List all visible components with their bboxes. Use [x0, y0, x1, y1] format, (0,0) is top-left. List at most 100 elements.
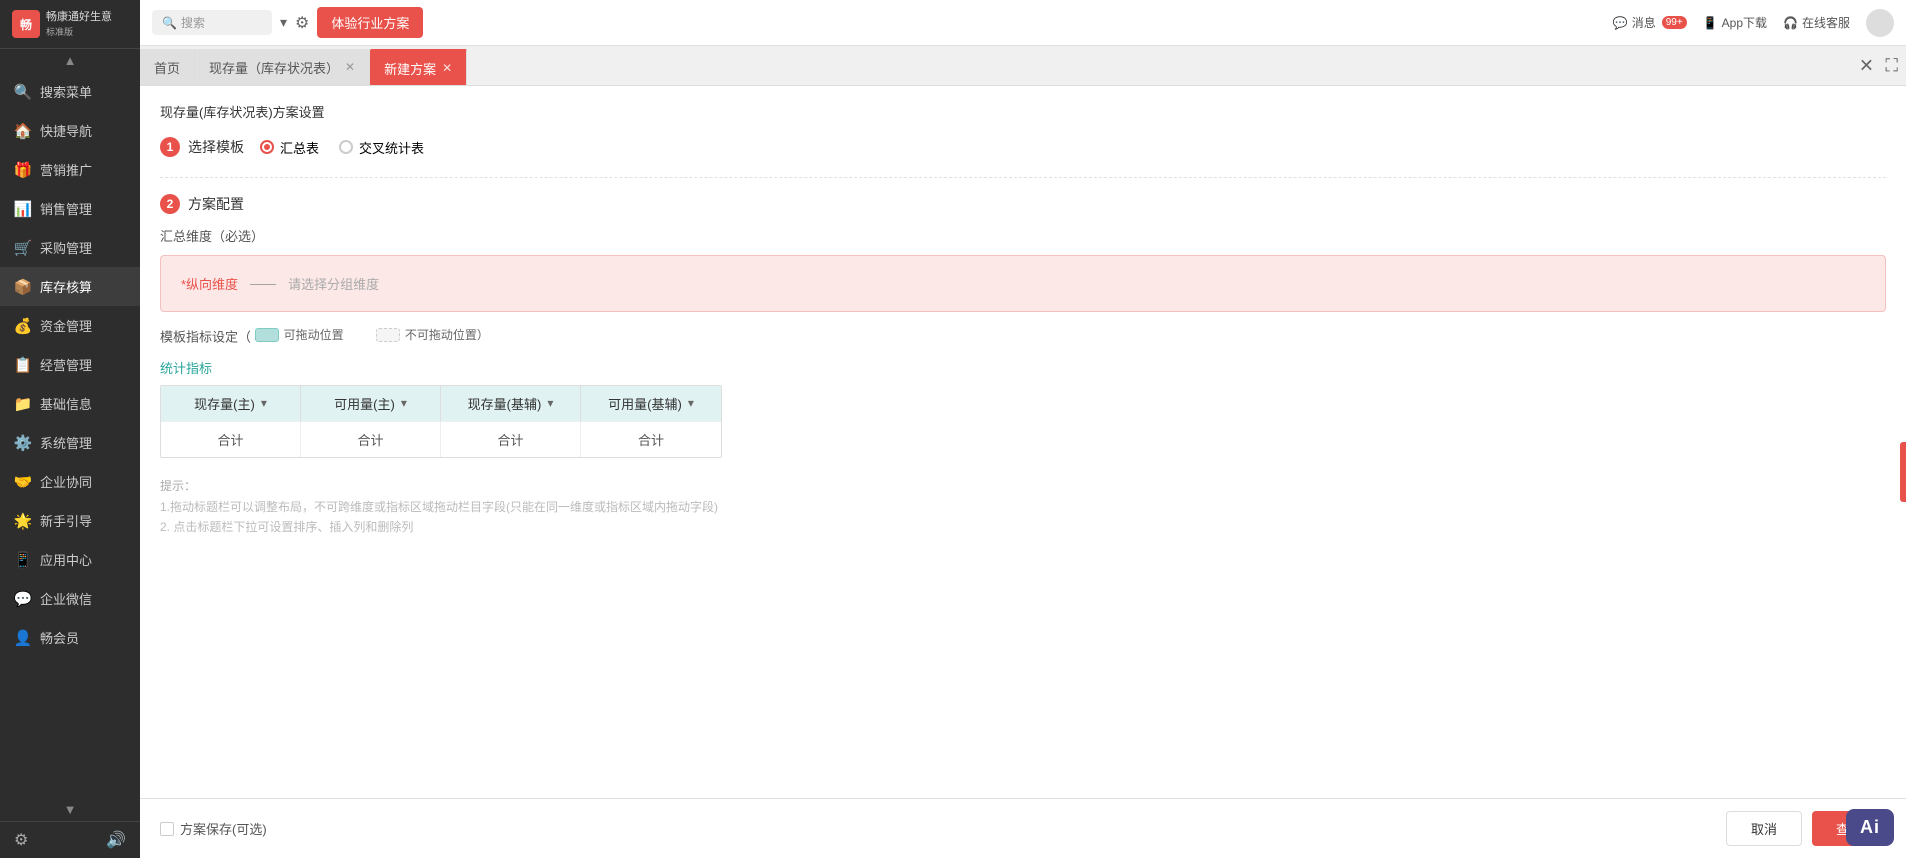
tab-home[interactable]: 首页	[140, 49, 195, 85]
main-area: 🔍 搜索 ▾ ⚙ 体验行业方案 💬 消息 99+ 📱 App下载 🎧 在线客服	[140, 0, 1906, 858]
settings-icon[interactable]: ⚙	[14, 830, 28, 850]
sidebar-item-label: 采购管理	[40, 238, 92, 257]
message-button[interactable]: 💬 消息 99+	[1613, 14, 1687, 31]
sidebar-item-member[interactable]: 👤 畅会员	[0, 618, 140, 657]
sidebar-item-system[interactable]: ⚙️ 系统管理	[0, 423, 140, 462]
stats-col-0-chevron[interactable]: ▾	[261, 396, 267, 410]
step2-header: 2 方案配置	[160, 194, 1886, 214]
stats-col-3[interactable]: 可用量(基辅) ▾	[581, 386, 721, 421]
topbar: 🔍 搜索 ▾ ⚙ 体验行业方案 💬 消息 99+ 📱 App下载 🎧 在线客服	[140, 0, 1906, 46]
sidebar-item-label: 销售管理	[40, 199, 92, 218]
draggable-legend-text: 可拖动位置	[284, 326, 344, 343]
stats-col-2[interactable]: 现存量(基辅) ▾	[441, 386, 581, 421]
save-checkbox-label: 方案保存(可选)	[180, 819, 267, 838]
stats-col-0[interactable]: 现存量(主) ▾	[161, 386, 301, 421]
stats-col-3-chevron[interactable]: ▾	[688, 396, 694, 410]
sidebar-scroll-up[interactable]: ▲	[0, 49, 140, 72]
wechat-icon: 💬	[14, 590, 32, 608]
search-icon: 🔍	[162, 16, 177, 30]
app-name: 畅康通好生意	[46, 10, 112, 24]
topbar-search[interactable]: 🔍 搜索	[152, 10, 272, 35]
sidebar-item-operations[interactable]: 📋 经营管理	[0, 345, 140, 384]
cancel-button[interactable]: 取消	[1726, 811, 1802, 846]
sidebar-nav: 🔍 搜索菜单 🏠 快捷导航 🎁 营销推广 📊 销售管理 🛒 采购管理 📦 库存核…	[0, 72, 140, 798]
sidebar-item-label: 资金管理	[40, 316, 92, 335]
radio-summary[interactable]: 汇总表	[260, 138, 319, 157]
sidebar-item-label: 企业协同	[40, 472, 92, 491]
not-draggable-legend-item: 不可拖动位置）	[376, 326, 489, 343]
app-download-button[interactable]: 📱 App下载	[1703, 14, 1767, 31]
content-area: 现存量(库存状况表)方案设置 1 选择模板 汇总表 交叉统计表	[140, 86, 1906, 858]
sidebar-item-purchase[interactable]: 🛒 采购管理	[0, 228, 140, 267]
dropdown-arrow[interactable]: ▾	[280, 14, 287, 31]
tab-inventory-label: 现存量（库存状况表）	[209, 58, 339, 77]
page-title: 现存量(库存状况表)方案设置	[160, 102, 1886, 121]
save-checkbox[interactable]: 方案保存(可选)	[160, 819, 267, 838]
tabs-close-button[interactable]: ✕	[1859, 55, 1874, 76]
tab-inventory-close[interactable]: ✕	[345, 60, 355, 74]
stats-col-2-chevron[interactable]: ▾	[547, 396, 553, 410]
sidebar-item-search-menu[interactable]: 🔍 搜索菜单	[0, 72, 140, 111]
stats-col-1[interactable]: 可用量(主) ▾	[301, 386, 441, 421]
sidebar-item-finance[interactable]: 💰 资金管理	[0, 306, 140, 345]
tip-item-1: 2. 点击标题栏下拉可设置排序、插入列和删除列	[160, 518, 1886, 535]
tabs-expand-button[interactable]: ⛶	[1885, 55, 1898, 76]
finance-icon: 💰	[14, 317, 32, 335]
stats-table: 现存量(主) ▾ 可用量(主) ▾ 现存量(基辅) ▾	[160, 385, 722, 458]
sidebar-item-quick-nav[interactable]: 🏠 快捷导航	[0, 111, 140, 150]
sidebar-item-newbie[interactable]: 🌟 新手引导	[0, 501, 140, 540]
dimension-row[interactable]: *纵向维度 —— 请选择分组维度	[160, 255, 1886, 312]
radio-cross[interactable]: 交叉统计表	[339, 138, 424, 157]
ai-badge[interactable]: Ai	[1846, 809, 1894, 846]
sidebar-item-wechat[interactable]: 💬 企业微信	[0, 579, 140, 618]
tips-title: 提示：	[160, 477, 1886, 494]
tab-new-plan-close[interactable]: ✕	[442, 61, 452, 75]
stats-cell-1: 合计	[301, 422, 441, 457]
topbar-gear-icon[interactable]: ⚙	[295, 13, 309, 33]
indicator-label-text: 模板指标设定（	[160, 330, 251, 345]
user-avatar[interactable]	[1866, 9, 1894, 37]
radio-summary-circle	[260, 140, 274, 154]
stats-col-3-label: 可用量(基辅)	[608, 394, 682, 413]
dimension-required-star: *纵向维度	[181, 274, 238, 293]
sidebar-logo: 畅 畅康通好生意 标准版	[0, 0, 140, 49]
dimension-dash: ——	[250, 276, 276, 291]
sidebar-item-basic-info[interactable]: 📁 基础信息	[0, 384, 140, 423]
industry-plan-button[interactable]: 体验行业方案	[317, 7, 423, 38]
sidebar-item-enterprise[interactable]: 🤝 企业协同	[0, 462, 140, 501]
tab-inventory-status[interactable]: 现存量（库存状况表） ✕	[195, 49, 370, 85]
inventory-icon: 📦	[14, 278, 32, 296]
message-label: 消息	[1632, 14, 1656, 31]
checkbox-box	[160, 822, 174, 836]
step2-section: 2 方案配置 汇总维度（必选） *纵向维度 —— 请选择分组维度 模板指标设定（…	[160, 194, 1886, 535]
sidebar-item-inventory[interactable]: 📦 库存核算	[0, 267, 140, 306]
radio-cross-label: 交叉统计表	[359, 138, 424, 157]
draggable-legend-item: 可拖动位置	[255, 326, 344, 343]
page-container: 现存量(库存状况表)方案设置 1 选择模板 汇总表 交叉统计表	[140, 86, 1906, 858]
sidebar-item-sales[interactable]: 📊 销售管理	[0, 189, 140, 228]
tab-home-label: 首页	[154, 58, 180, 77]
section-divider-1	[160, 177, 1886, 178]
stats-label: 统计指标	[160, 358, 1886, 377]
sidebar-item-label: 经营管理	[40, 355, 92, 374]
sidebar-scroll-down[interactable]: ▼	[0, 798, 140, 821]
tab-new-plan[interactable]: 新建方案 ✕	[370, 49, 467, 85]
sidebar-item-app-center[interactable]: 📱 应用中心	[0, 540, 140, 579]
volume-icon[interactable]: 🔊	[106, 830, 126, 850]
sidebar-item-label: 新手引导	[40, 511, 92, 530]
stats-col-1-chevron[interactable]: ▾	[401, 396, 407, 410]
search-placeholder: 搜索	[181, 14, 205, 31]
stats-section: 统计指标 现存量(主) ▾ 可用量(主) ▾	[160, 358, 1886, 461]
bottom-bar: 方案保存(可选) 取消 查询	[140, 798, 1906, 858]
operations-icon: 📋	[14, 356, 32, 374]
sidebar-item-label: 系统管理	[40, 433, 92, 452]
sidebar: 畅 畅康通好生意 标准版 ▲ 🔍 搜索菜单 🏠 快捷导航 🎁 营销推广 📊 销售…	[0, 0, 140, 858]
stats-cell-3: 合计	[581, 422, 721, 457]
newbie-icon: 🌟	[14, 512, 32, 530]
tips-section: 提示： 1.拖动标题栏可以调整布局，不可跨维度或指标区域拖动栏目字段(只能在同一…	[160, 477, 1886, 535]
online-service-button[interactable]: 🎧 在线客服	[1783, 14, 1850, 31]
radio-summary-label: 汇总表	[280, 138, 319, 157]
template-options: 汇总表 交叉统计表	[260, 138, 424, 157]
sidebar-item-marketing[interactable]: 🎁 营销推广	[0, 150, 140, 189]
draggable-legend-box	[255, 328, 279, 342]
